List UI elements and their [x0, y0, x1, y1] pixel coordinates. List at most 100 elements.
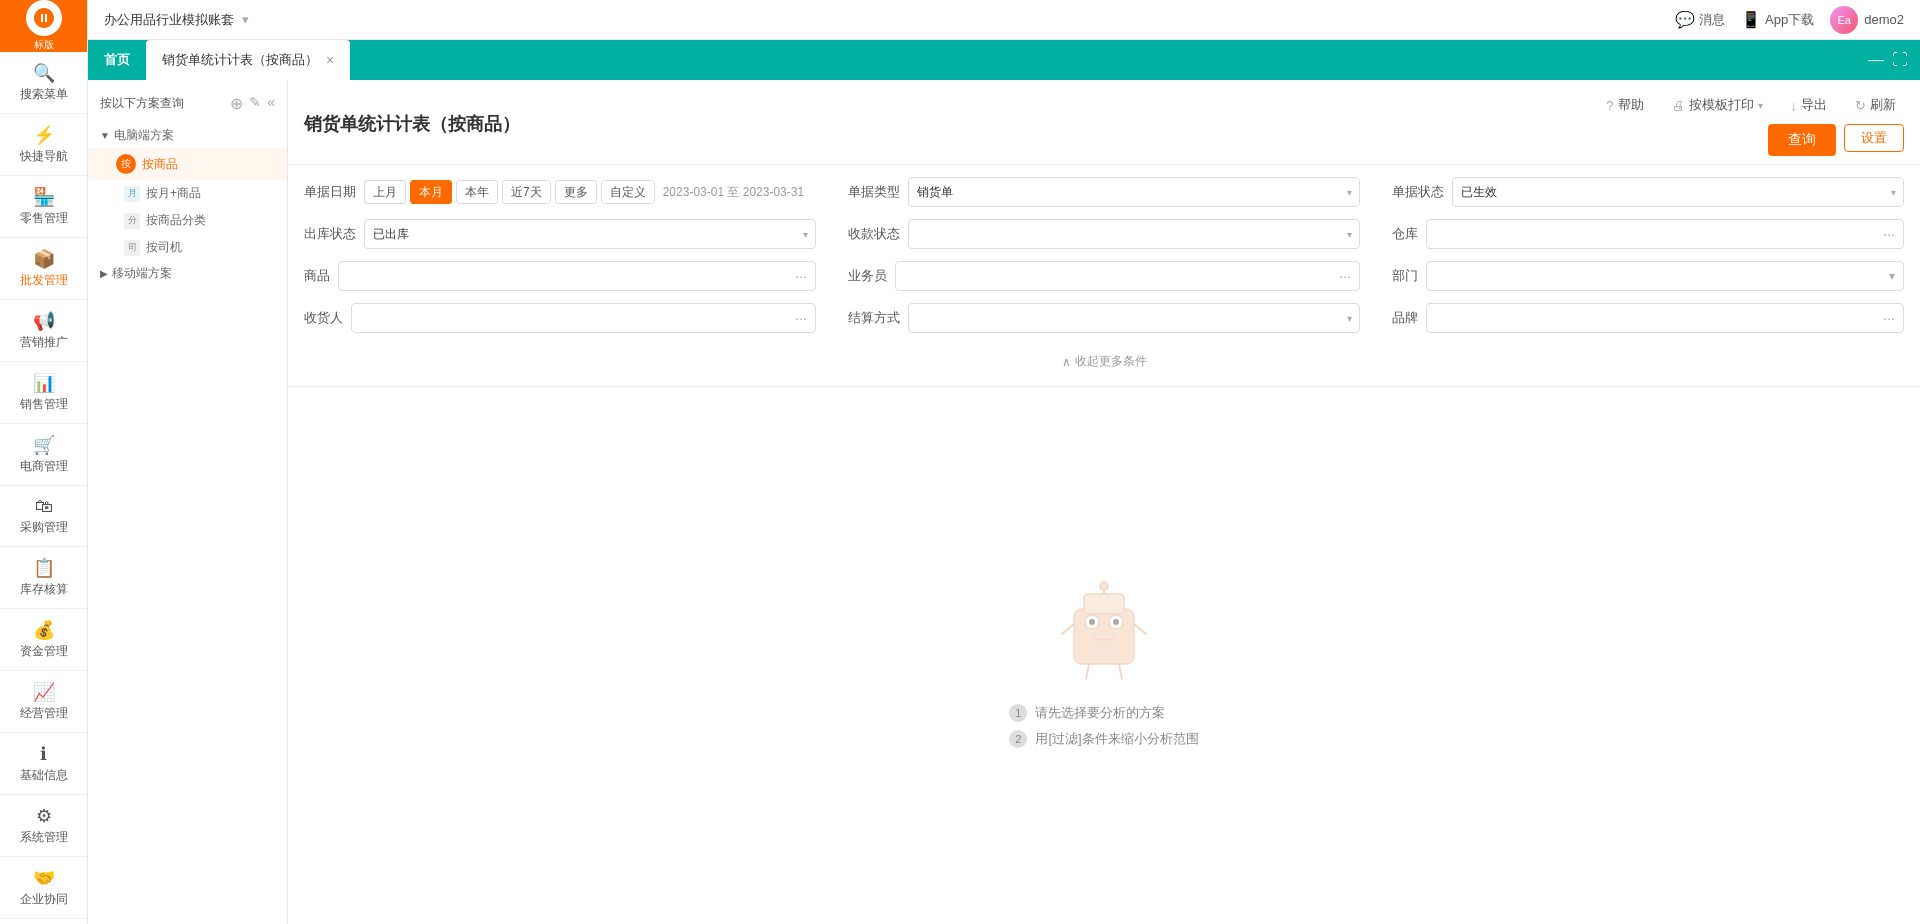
tab-home[interactable]: 首页 [88, 40, 146, 80]
right-panel: 销货单统计计表（按商品） ? 帮助 🖨 按模板打印 ▾ ↓ [288, 80, 1920, 924]
goods-input[interactable] [347, 269, 795, 283]
system-icon: ⚙ [4, 805, 83, 827]
query-button[interactable]: 查询 [1768, 124, 1836, 156]
sidebar-item-marketing[interactable]: 📢 营销推广 [0, 300, 87, 362]
tab-bar: 首页 销货单统计计表（按商品） × — ⛶ [88, 40, 1920, 80]
mobile-scheme-section[interactable]: ▶ 移动端方案 [88, 261, 287, 286]
scheme-item-by-driver[interactable]: 司 按司机 [88, 234, 287, 261]
sidebar-item-ecommerce[interactable]: 🛒 电商管理 [0, 424, 87, 486]
warehouse-field: ··· [1426, 219, 1904, 249]
app-download-btn[interactable]: 📱 App下载 [1741, 10, 1814, 29]
goods-dots-icon[interactable]: ··· [795, 268, 807, 284]
tip-text-1: 请先选择要分析的方案 [1035, 704, 1165, 722]
sidebar-item-label: 零售管理 [4, 210, 83, 227]
sidebar-item-label: 采购管理 [4, 519, 83, 536]
desktop-arrow-icon: ▼ [100, 130, 110, 141]
refresh-icon: ↻ [1855, 98, 1866, 113]
tab-close-icon[interactable]: × [326, 53, 334, 67]
desktop-scheme-title[interactable]: ▼ 电脑端方案 [88, 123, 287, 148]
tab-active[interactable]: 销货单统计计表（按商品） × [146, 40, 350, 80]
date-year-btn[interactable]: 本年 [456, 180, 498, 204]
app-subtitle: 标版 [34, 38, 54, 52]
filter-area: 单据日期 上月 本月 本年 近7天 更多 自定义 2023-03-01 至 20… [288, 165, 1920, 387]
add-scheme-icon[interactable]: ⊕ [230, 94, 243, 113]
sidebar-item-system[interactable]: ⚙ 系统管理 [0, 795, 87, 857]
collapse-label: 收起更多条件 [1075, 353, 1147, 370]
empty-illustration [1044, 564, 1164, 684]
brand-dots-icon[interactable]: ··· [1883, 310, 1895, 326]
sub-scheme-label: 按商品分类 [146, 212, 206, 229]
sidebar-item-guide[interactable]: 🎯 新手引导 [0, 919, 87, 924]
filter-row-3: 商品 ··· 业务员 ··· [304, 261, 1904, 291]
date-filter: 上月 本月 本年 近7天 更多 自定义 2023-03-01 至 2023-03… [364, 180, 816, 204]
sidebar-item-basic[interactable]: ℹ 基础信息 [0, 733, 87, 795]
recipient-input[interactable] [360, 311, 795, 325]
setup-button[interactable]: 设置 [1844, 124, 1904, 152]
app-download-icon: 📱 [1741, 10, 1761, 29]
doc-status-select[interactable]: 已生效 [1452, 177, 1904, 207]
payment-select[interactable] [908, 219, 1360, 249]
brand-input[interactable] [1435, 311, 1883, 325]
user-name: demo2 [1864, 12, 1904, 27]
date-more-btn[interactable]: 更多 [555, 180, 597, 204]
warehouse-dots-icon[interactable]: ··· [1883, 226, 1895, 242]
date-7days-btn[interactable]: 近7天 [502, 180, 551, 204]
export-btn[interactable]: ↓ 导出 [1783, 92, 1836, 118]
date-prev-month-btn[interactable]: 上月 [364, 180, 406, 204]
salesperson-dots-icon[interactable]: ··· [1339, 268, 1351, 284]
scheme-item-by-category[interactable]: 分 按商品分类 [88, 207, 287, 234]
date-custom-btn[interactable]: 自定义 [601, 180, 655, 204]
warehouse-input[interactable] [1435, 227, 1883, 241]
brand-field: ··· [1426, 303, 1904, 333]
quicknav-icon: ⚡ [4, 124, 83, 146]
message-btn[interactable]: 💬 消息 [1675, 10, 1725, 29]
date-current-month-btn[interactable]: 本月 [410, 180, 452, 204]
recipient-dots-icon[interactable]: ··· [795, 310, 807, 326]
tab-maximize-icon[interactable]: ⛶ [1892, 51, 1908, 69]
tab-minimize-icon[interactable]: — [1868, 51, 1884, 69]
sidebar-item-inventory[interactable]: 📋 库存核算 [0, 547, 87, 609]
sidebar-item-label: 销售管理 [4, 396, 83, 413]
scheme-item-by-goods[interactable]: 按 按商品 [88, 148, 287, 180]
user-avatar-area[interactable]: Ea demo2 [1830, 6, 1904, 34]
refresh-btn[interactable]: ↻ 刷新 [1847, 92, 1904, 118]
edit-scheme-icon[interactable]: ✎ [249, 94, 261, 113]
sidebar-item-sales[interactable]: 📊 销售管理 [0, 362, 87, 424]
sidebar-item-label: 搜索菜单 [4, 86, 83, 103]
dept-input[interactable] [1435, 269, 1889, 283]
filter-warehouse: 仓库 ··· [1392, 219, 1904, 249]
sidebar-item-cooperation[interactable]: 🤝 企业协同 [0, 857, 87, 919]
doc-type-select[interactable]: 销货单 [908, 177, 1360, 207]
dept-dropdown-icon[interactable]: ▾ [1889, 269, 1895, 283]
cooperation-icon: 🤝 [4, 867, 83, 889]
payment-label: 收款状态 [848, 225, 900, 243]
collapse-row[interactable]: ∧ 收起更多条件 [304, 345, 1904, 374]
filter-row-4: 收货人 ··· 结算方式 ▾ [304, 303, 1904, 333]
main-area: 办公用品行业模拟账套 ▾ 💬 消息 📱 App下载 Ea demo2 首页 [88, 0, 1920, 924]
sidebar-item-wholesale[interactable]: 📦 批发管理 [0, 238, 87, 300]
outbound-select[interactable]: 已出库 [364, 219, 816, 249]
empty-tips: 1 请先选择要分析的方案 2 用[过滤]条件来缩小分析范围 [1009, 704, 1198, 748]
sidebar-item-quicknav[interactable]: ⚡ 快捷导航 [0, 114, 87, 176]
print-label: 按模板打印 [1689, 96, 1754, 114]
settlement-select[interactable] [908, 303, 1360, 333]
scheme-item-by-month-goods[interactable]: 月 按月+商品 [88, 180, 287, 207]
sidebar-item-retail[interactable]: 🏪 零售管理 [0, 176, 87, 238]
sidebar-item-label: 企业协同 [4, 891, 83, 908]
page-header: 销货单统计计表（按商品） ? 帮助 🖨 按模板打印 ▾ ↓ [288, 80, 1920, 165]
sidebar-item-label: 库存核算 [4, 581, 83, 598]
sidebar-item-management[interactable]: 📈 经营管理 [0, 671, 87, 733]
top-header: 办公用品行业模拟账套 ▾ 💬 消息 📱 App下载 Ea demo2 [88, 0, 1920, 40]
print-btn[interactable]: 🖨 按模板打印 ▾ [1664, 92, 1771, 118]
salesperson-input[interactable] [904, 269, 1339, 283]
sidebar-item-search[interactable]: 🔍 搜索菜单 [0, 52, 87, 114]
help-btn[interactable]: ? 帮助 [1598, 92, 1651, 118]
export-icon: ↓ [1791, 98, 1798, 113]
sidebar-item-purchase[interactable]: 🛍 采购管理 [0, 486, 87, 547]
collapse-panel-icon[interactable]: « [267, 94, 275, 113]
doc-status-select-wrapper: 已生效 ▾ [1452, 177, 1904, 207]
sidebar-item-finance[interactable]: 💰 资金管理 [0, 609, 87, 671]
left-panel-icons: ⊕ ✎ « [230, 94, 275, 113]
breadcrumb-dropdown-icon[interactable]: ▾ [242, 12, 249, 27]
left-panel-title: 按以下方案查询 [100, 95, 184, 112]
